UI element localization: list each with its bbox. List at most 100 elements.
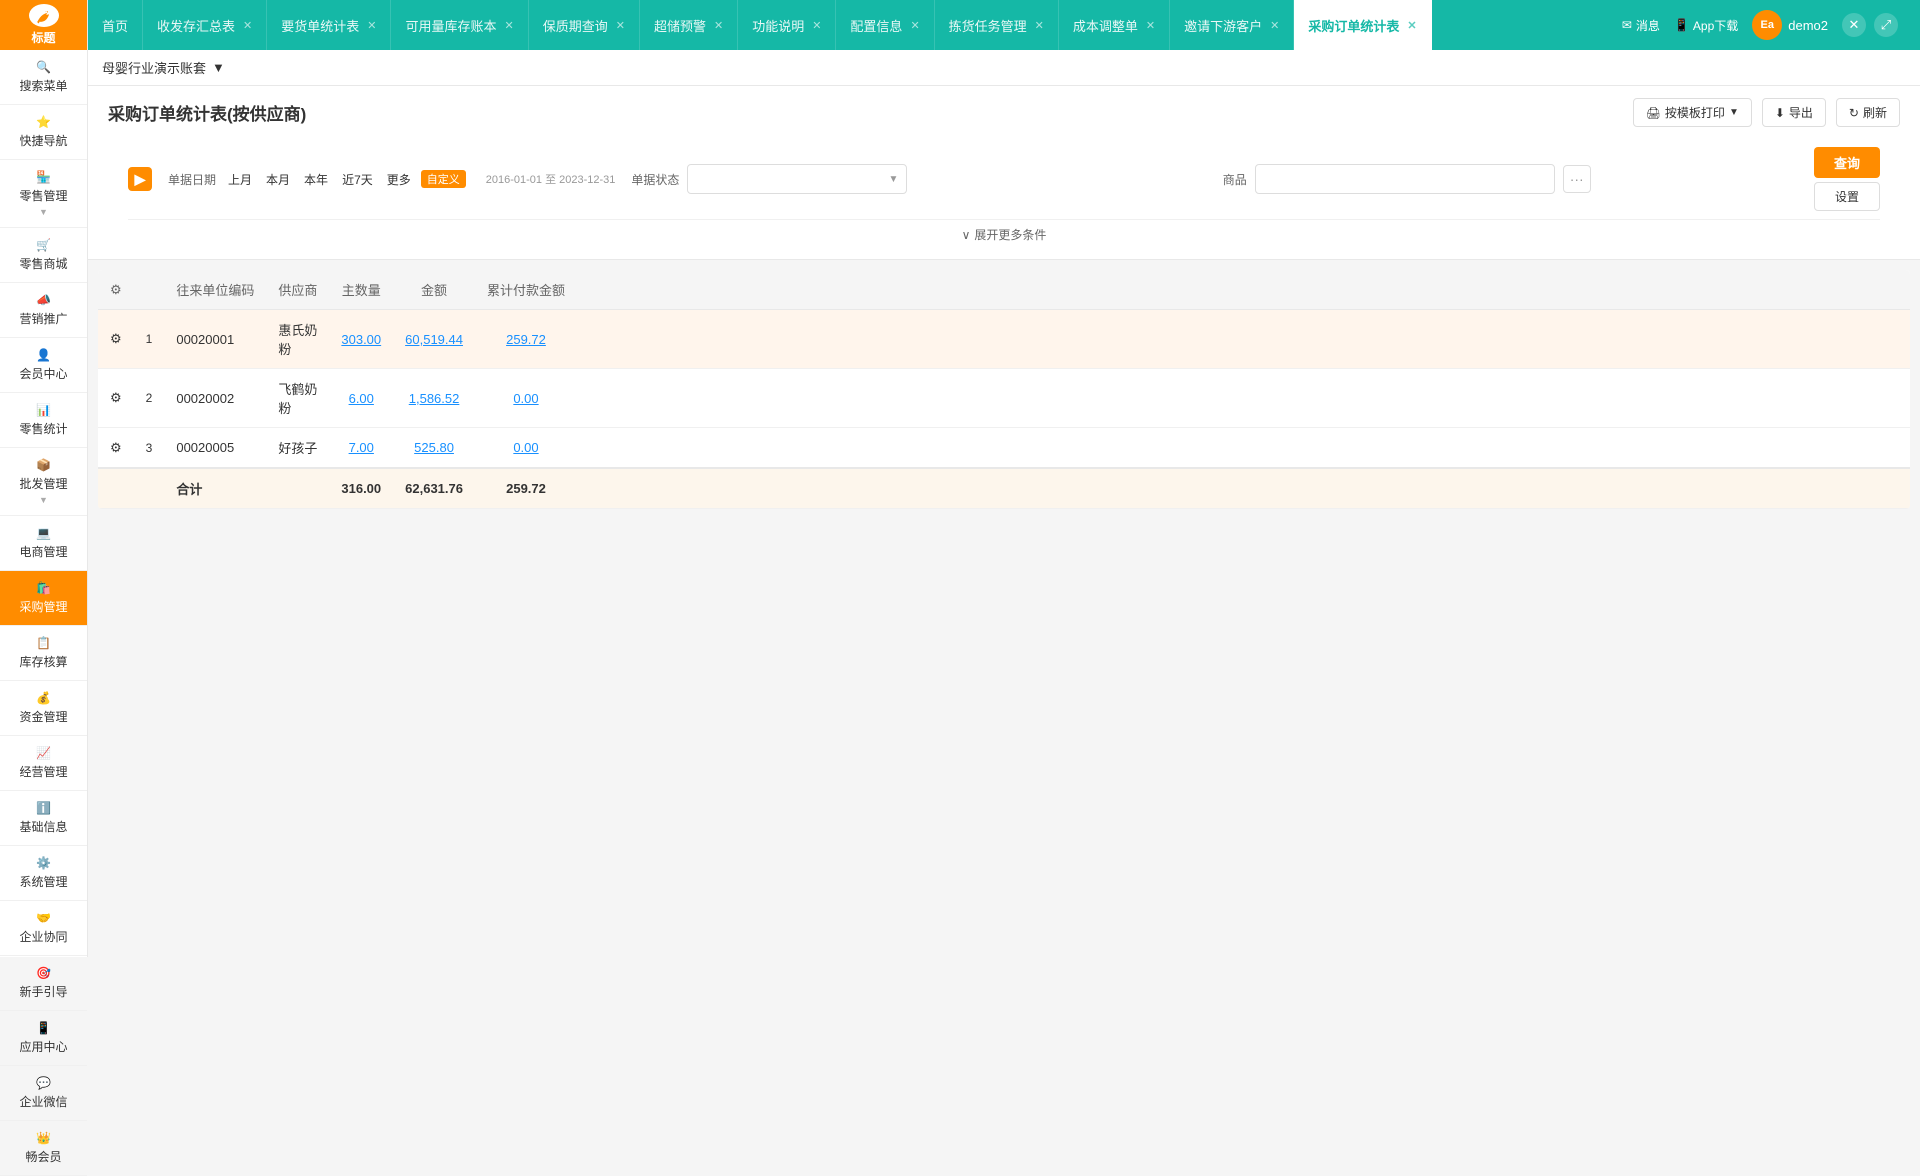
date-custom-tag[interactable]: 自定义 [421,170,466,188]
print-button[interactable]: 🖨 按模板打印 ▼ [1633,98,1752,127]
column-header-gear[interactable]: ⚙ [98,270,134,310]
sidebar-item-enterprise-wechat[interactable]: 💬 企业微信 [0,1066,87,1121]
row-quantity[interactable]: 6.00 [329,369,393,428]
nav-tab-goods-close[interactable]: ✕ [367,19,376,32]
sidebar-item-retail-store[interactable]: 🛒 零售商城 [0,228,87,283]
export-button[interactable]: ⬇ 导出 [1762,98,1826,127]
nav-tab-home[interactable]: 首页 [88,0,143,50]
nav-tab-avail-stock[interactable]: 可用量库存账本 ✕ [391,0,528,50]
window-max-btn[interactable]: ⤢ [1874,13,1898,37]
row-amount[interactable]: 525.80 [393,428,475,469]
sidebar-item-search[interactable]: 🔍 搜索菜单 [0,50,87,105]
sidebar-item-vip-member[interactable]: 👑 畅会员 [0,1121,87,1176]
chevron-down-icon-2: ▼ [39,495,48,505]
nav-tab-purchase-close[interactable]: ✕ [1407,19,1416,32]
row-gear[interactable]: ⚙ [98,428,134,469]
row-paid-amount[interactable]: 0.00 [475,369,577,428]
sidebar-item-purchase-mgmt[interactable]: 🛍️ 采购管理 [0,571,87,626]
nav-tab-goods-label: 要货单统计表 [281,16,359,35]
row-gear[interactable]: ⚙ [98,369,134,428]
sidebar-item-quick-nav[interactable]: ⭐ 快捷导航 [0,105,87,160]
sidebar-item-finance-label: 资金管理 [19,708,67,725]
nav-tab-invite[interactable]: 邀请下游客户 ✕ [1170,0,1294,50]
member-icon: 👤 [36,348,51,362]
expand-more-btn[interactable]: ∨ 展开更多条件 [128,219,1880,249]
window-close-btn[interactable]: ✕ [1842,13,1866,37]
message-label: 消息 [1636,17,1660,34]
sidebar-item-wholesale-mgmt[interactable]: 📦 批发管理 ▼ [0,448,87,516]
query-label: 查询 [1834,156,1860,171]
sidebar-item-inventory-check[interactable]: 📋 库存核算 [0,626,87,681]
nav-tab-cost-close[interactable]: ✕ [1146,19,1155,32]
nav-tab-picking-task[interactable]: 拣货任务管理 ✕ [935,0,1059,50]
goods-ellipsis-button[interactable]: ··· [1563,165,1591,193]
row-amount[interactable]: 60,519.44 [393,310,475,369]
row-quantity[interactable]: 303.00 [329,310,393,369]
table-row[interactable]: ⚙ 2 00020002 飞鹤奶粉 6.00 1,586.52 0.00 [98,369,1910,428]
user-info[interactable]: Ea demo2 [1752,10,1828,40]
row-paid-amount[interactable]: 259.72 [475,310,577,369]
message-icon: ✉ [1622,18,1632,32]
row-quantity[interactable]: 7.00 [329,428,393,469]
nav-tab-overstock[interactable]: 超储预警 ✕ [640,0,738,50]
row-gear[interactable]: ⚙ [98,310,134,369]
date-shortcut-more[interactable]: 更多 [383,169,415,190]
nav-tab-invite-close[interactable]: ✕ [1270,19,1279,32]
sidebar-item-member-center[interactable]: 👤 会员中心 [0,338,87,393]
row-extra [577,310,1910,369]
row-amount[interactable]: 1,586.52 [393,369,475,428]
expand-arrow-icon: ∨ [962,228,971,242]
filter-toggle-button[interactable]: ▶ [128,167,152,191]
date-shortcut-7days[interactable]: 近7天 [338,169,377,190]
date-label: 单据日期 [168,171,216,188]
row-supplier-code: 00020005 [164,428,266,469]
date-shortcut-last-month[interactable]: 上月 [224,169,256,190]
message-btn[interactable]: ✉ 消息 [1622,17,1660,34]
workspace-selector[interactable]: 母婴行业演示账套 ▼ [102,58,225,77]
nav-tab-goods-stats[interactable]: 要货单统计表 ✕ [267,0,391,50]
app-logo: 标题 [0,0,87,50]
table-row[interactable]: ⚙ 3 00020005 好孩子 7.00 525.80 0.00 [98,428,1910,469]
nav-tab-receive-close[interactable]: ✕ [243,19,252,32]
sidebar-item-ecom-mgmt[interactable]: 💻 电商管理 [0,516,87,571]
date-shortcut-this-month[interactable]: 本月 [262,169,294,190]
nav-tab-avail-close[interactable]: ✕ [505,19,514,32]
nav-tab-config-close[interactable]: ✕ [910,19,919,32]
sidebar-item-basic-info[interactable]: ℹ️ 基础信息 [0,791,87,846]
table-body: ⚙ 1 00020001 惠氏奶粉 303.00 60,519.44 259.7… [98,310,1910,469]
nav-tab-purchase-stats[interactable]: 采购订单统计表 ✕ [1294,0,1431,50]
sidebar-item-finance-mgmt[interactable]: 💰 资金管理 [0,681,87,736]
nav-tab-cost-adjust[interactable]: 成本调整单 ✕ [1059,0,1170,50]
refresh-button[interactable]: ↻ 刷新 [1836,98,1900,127]
sidebar-item-ops-mgmt[interactable]: 📈 经营管理 [0,736,87,791]
sidebar-item-marketing[interactable]: 📣 营销推广 [0,283,87,338]
sidebar-item-ops-label: 经营管理 [19,763,67,780]
nav-tab-func-label: 功能说明 [752,16,804,35]
nav-tab-config[interactable]: 配置信息 ✕ [836,0,934,50]
nav-tab-warranty-close[interactable]: ✕ [616,19,625,32]
sidebar-item-new-guide[interactable]: 🎯 新手引导 [0,956,87,1011]
column-header-idx [134,270,165,310]
nav-tab-picking-close[interactable]: ✕ [1035,19,1044,32]
table-row[interactable]: ⚙ 1 00020001 惠氏奶粉 303.00 60,519.44 259.7… [98,310,1910,369]
sidebar-item-member-label: 会员中心 [19,365,67,382]
sidebar-item-app-center[interactable]: 📱 应用中心 [0,1011,87,1066]
ops-icon: 📈 [36,746,51,760]
app-download-btn[interactable]: 📱 App下载 [1674,17,1738,34]
query-button[interactable]: 查询 [1814,147,1880,178]
nav-tab-func-desc[interactable]: 功能说明 ✕ [738,0,836,50]
sidebar-item-enterprise-coop[interactable]: 🤝 企业协同 [0,901,87,956]
nav-tab-func-close[interactable]: ✕ [812,19,821,32]
sidebar-item-sys-mgmt[interactable]: ⚙️ 系统管理 [0,846,87,901]
workspace-label: 母婴行业演示账套 [102,58,206,77]
nav-tab-warranty[interactable]: 保质期查询 ✕ [529,0,640,50]
date-shortcut-this-year[interactable]: 本年 [300,169,332,190]
row-paid-amount[interactable]: 0.00 [475,428,577,469]
goods-input[interactable] [1255,164,1555,194]
nav-tab-overstock-close[interactable]: ✕ [714,19,723,32]
settings-button[interactable]: 设置 [1814,182,1880,211]
nav-tab-receive-send[interactable]: 收发存汇总表 ✕ [143,0,267,50]
status-select[interactable]: ▼ [687,164,907,194]
sidebar-item-retail-mgmt[interactable]: 🏪 零售管理 ▼ [0,160,87,228]
sidebar-item-retail-stats[interactable]: 📊 零售统计 [0,393,87,448]
